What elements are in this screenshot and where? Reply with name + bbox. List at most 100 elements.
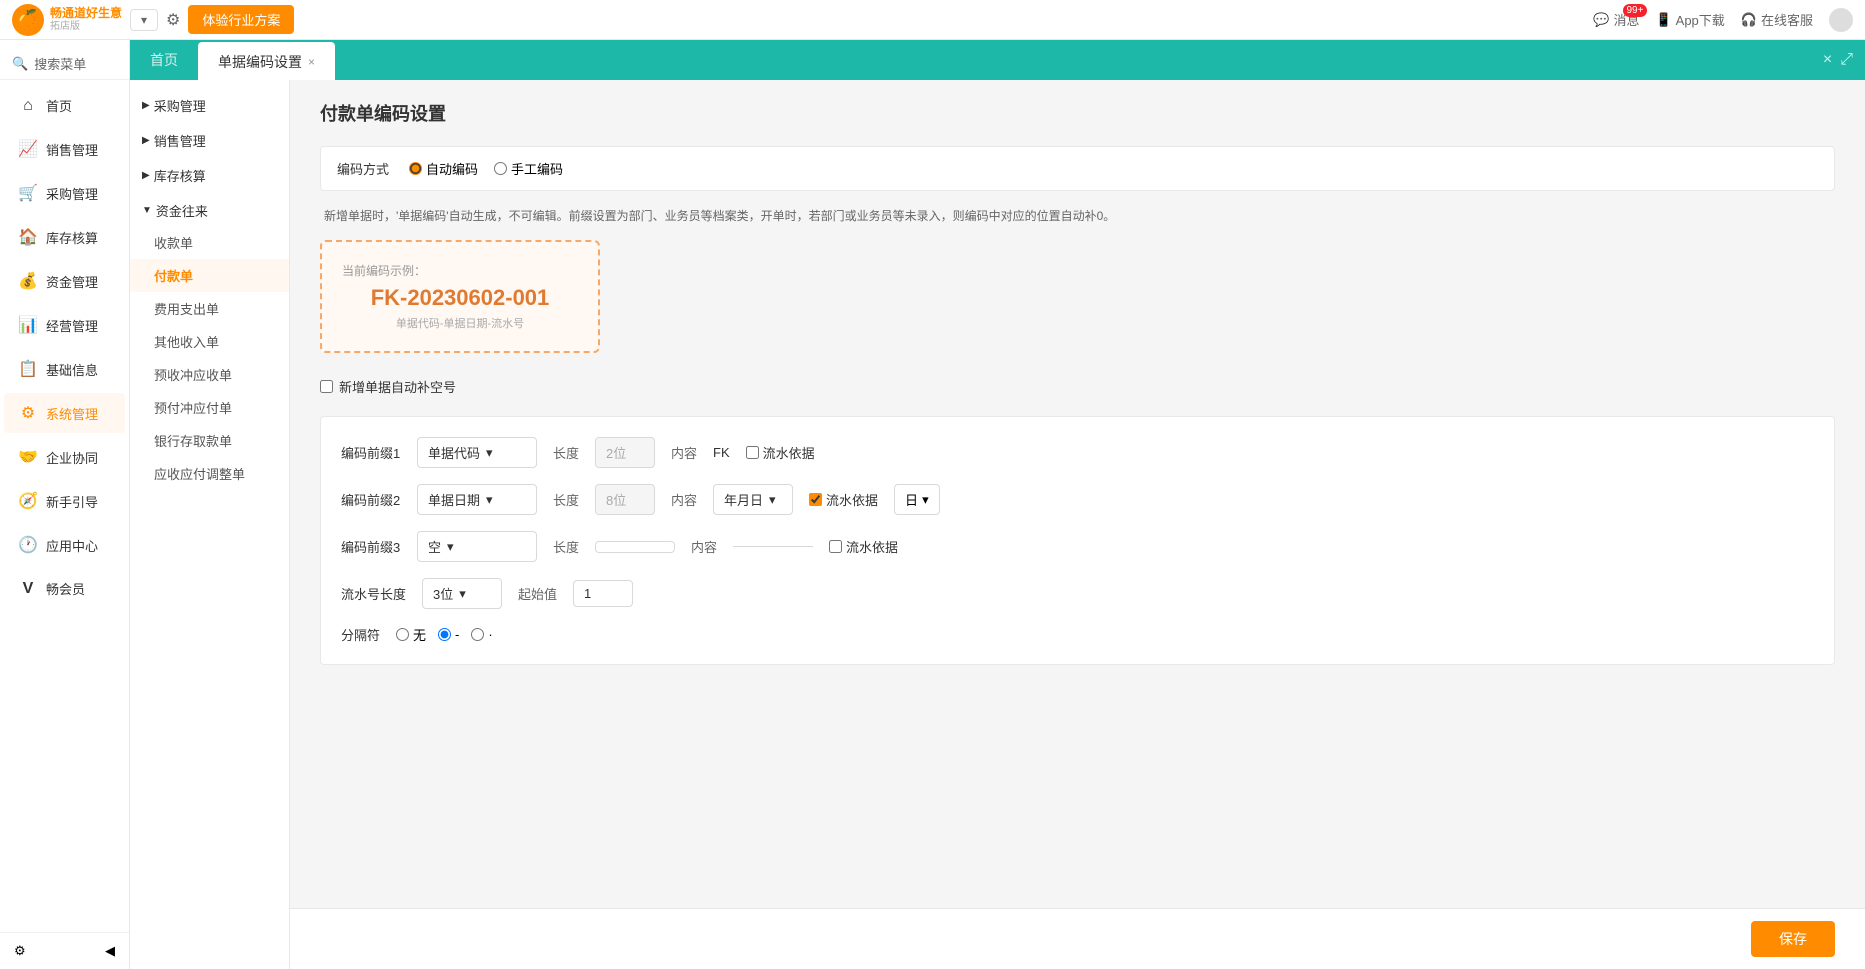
info-text: 新增单据时，'单据编码'自动生成，不可编辑。前缀设置为部门、业务员等档案类，开单… bbox=[320, 207, 1835, 224]
chevron-down-icon: ▾ bbox=[769, 492, 776, 508]
sidebar-item-home[interactable]: ⌂ 首页 bbox=[4, 86, 125, 125]
prefix2-label: 编码前缀2 bbox=[341, 490, 401, 509]
prefix1-serial-check[interactable]: 流水依据 bbox=[746, 443, 815, 462]
sidebar-item-member[interactable]: V 畅会员 bbox=[4, 569, 125, 608]
top-bar-controls: ▾ ⚙ 体验行业方案 bbox=[130, 5, 294, 34]
chevron-right-icon: ▶ bbox=[142, 170, 150, 181]
prefix2-day-select[interactable]: 日 ▾ bbox=[894, 484, 940, 515]
second-sidebar: ▶ 采购管理 ▶ 销售管理 ▶ 库存核算 bbox=[130, 80, 290, 969]
sidebar-item-system[interactable]: ⚙ 系统管理 bbox=[4, 393, 125, 433]
sidebar-item-appstore[interactable]: 🕐 应用中心 bbox=[4, 525, 125, 565]
auto-fill-checkbox[interactable] bbox=[320, 380, 333, 393]
prefix2-length-label: 长度 bbox=[553, 490, 579, 509]
system-icon: ⚙ bbox=[18, 403, 38, 423]
service-icon: 🎧 bbox=[1741, 12, 1757, 28]
settings-icon[interactable]: ⚙ bbox=[166, 10, 180, 30]
member-icon: V bbox=[18, 580, 38, 598]
logo-text: 畅通道好生意 拓店版 bbox=[50, 6, 122, 32]
sidebar-item-operation[interactable]: 📊 经营管理 bbox=[4, 305, 125, 345]
prefix3-content-input[interactable] bbox=[733, 546, 813, 547]
manual-encode-radio[interactable]: 手工编码 bbox=[494, 159, 563, 178]
chevron-down-icon: ▼ bbox=[142, 205, 152, 216]
code-preview-box: 当前编码示例： FK-20230602-001 单据代码-单据日期-流水号 bbox=[320, 240, 600, 353]
prefix2-serial-check[interactable]: 流水依据 bbox=[809, 490, 878, 509]
online-service-button[interactable]: 🎧 在线客服 bbox=[1741, 10, 1813, 29]
sidebar-group-inventory-title[interactable]: ▶ 库存核算 bbox=[130, 160, 289, 191]
auto-encode-radio[interactable]: 自动编码 bbox=[409, 159, 478, 178]
sidebar-group-purchase: ▶ 采购管理 bbox=[130, 90, 289, 121]
sidebar-child-bank[interactable]: 银行存取款单 bbox=[130, 424, 289, 457]
sep-none-radio[interactable]: 无 bbox=[396, 625, 426, 644]
start-value-input[interactable]: 1 bbox=[573, 580, 633, 607]
chevron-right-icon: ▶ bbox=[142, 135, 150, 146]
prefix3-content-label: 内容 bbox=[691, 537, 717, 556]
sidebar-group-finance-title[interactable]: ▼ 资金往来 bbox=[130, 195, 289, 226]
sidebar-group-inventory: ▶ 库存核算 bbox=[130, 160, 289, 191]
save-button[interactable]: 保存 bbox=[1751, 921, 1835, 957]
user-avatar[interactable] bbox=[1829, 8, 1853, 32]
sidebar-child-other-income[interactable]: 其他收入单 bbox=[130, 325, 289, 358]
sidebar-group-sales-title[interactable]: ▶ 销售管理 bbox=[130, 125, 289, 156]
prefix1-select[interactable]: 单据代码 ▾ bbox=[417, 437, 537, 468]
code-preview-sub: 单据代码-单据日期-流水号 bbox=[342, 315, 578, 331]
dropdown-button[interactable]: ▾ bbox=[130, 9, 158, 31]
left-nav: 🔍 搜索菜单 ⌂ 首页 📈 销售管理 🛒 采购管理 🏠 库存核算 💰 资金管理 … bbox=[0, 40, 130, 969]
appstore-icon: 🕐 bbox=[18, 535, 38, 555]
encoding-method-section: 编码方式 自动编码 手工编码 bbox=[320, 146, 1835, 191]
tab-close-icon[interactable]: × bbox=[308, 55, 315, 69]
tab-home[interactable]: 首页 bbox=[130, 40, 198, 80]
sidebar-item-guide[interactable]: 🧭 新手引导 bbox=[4, 481, 125, 521]
chevron-down-icon: ▾ bbox=[486, 492, 493, 508]
settings-bottom-icon[interactable]: ⚙ bbox=[14, 943, 26, 959]
separator-label: 分隔符 bbox=[341, 625, 380, 644]
prefix2-content-label: 内容 bbox=[671, 490, 697, 509]
sidebar-group-finance: ▼ 资金往来 收款单 付款单 费用支出单 其他收入单 预收冲应收单 预付冲应付单… bbox=[130, 195, 289, 490]
prefix2-row: 编码前缀2 单据日期 ▾ 长度 8位 内容 年月日 bbox=[341, 484, 1814, 515]
separator-row: 分隔符 无 - bbox=[341, 625, 1814, 644]
top-bar: 🍊 畅通道好生意 拓店版 ▾ ⚙ 体验行业方案 💬 消息 99+ 📱 App下载… bbox=[0, 0, 1865, 40]
sales-icon: 📈 bbox=[18, 139, 38, 159]
serial-length-select[interactable]: 3位 ▾ bbox=[422, 578, 502, 609]
prefix2-content-select[interactable]: 年月日 ▾ bbox=[713, 484, 793, 515]
prefix1-length-label: 长度 bbox=[553, 443, 579, 462]
sidebar-child-prepay-receivable[interactable]: 预收冲应收单 bbox=[130, 358, 289, 391]
message-button[interactable]: 💬 消息 99+ bbox=[1593, 10, 1639, 29]
minimize-icon[interactable]: × bbox=[1823, 51, 1832, 69]
prefix3-length-input[interactable] bbox=[595, 541, 675, 553]
search-menu[interactable]: 🔍 搜索菜单 bbox=[0, 48, 129, 80]
sidebar-child-adjustment[interactable]: 应收应付调整单 bbox=[130, 457, 289, 490]
sidebar-item-purchase[interactable]: 🛒 采购管理 bbox=[4, 173, 125, 213]
sidebar-group-purchase-title[interactable]: ▶ 采购管理 bbox=[130, 90, 289, 121]
prefix3-select[interactable]: 空 ▾ bbox=[417, 531, 537, 562]
sidebar-item-sales[interactable]: 📈 销售管理 bbox=[4, 129, 125, 169]
encoding-radio-group: 自动编码 手工编码 bbox=[409, 159, 563, 178]
prefix1-row: 编码前缀1 单据代码 ▾ 长度 2位 内容 FK bbox=[341, 437, 1814, 468]
top-bar-left: 🍊 畅通道好生意 拓店版 ▾ ⚙ 体验行业方案 bbox=[12, 4, 294, 36]
sidebar-child-expense[interactable]: 费用支出单 bbox=[130, 292, 289, 325]
tab-bar: 首页 单据编码设置 × × ⤢ bbox=[130, 40, 1865, 80]
tab-encoding[interactable]: 单据编码设置 × bbox=[198, 42, 335, 82]
search-icon: 🔍 bbox=[12, 56, 28, 72]
prefix2-select[interactable]: 单据日期 ▾ bbox=[417, 484, 537, 515]
guide-icon: 🧭 bbox=[18, 491, 38, 511]
prefix1-length-input: 2位 bbox=[595, 437, 655, 468]
prefix1-content-label: 内容 bbox=[671, 443, 697, 462]
sidebar-child-payment[interactable]: 付款单 bbox=[130, 259, 289, 292]
prefix3-serial-check[interactable]: 流水依据 bbox=[829, 537, 898, 556]
sidebar-child-prepay-payable[interactable]: 预付冲应付单 bbox=[130, 391, 289, 424]
maximize-icon[interactable]: ⤢ bbox=[1840, 51, 1853, 69]
sidebar-group-sales: ▶ 销售管理 bbox=[130, 125, 289, 156]
sep-dot-radio[interactable]: · bbox=[471, 627, 492, 642]
app-download-button[interactable]: 📱 App下载 bbox=[1655, 10, 1724, 29]
sidebar-item-finance[interactable]: 💰 资金管理 bbox=[4, 261, 125, 301]
sidebar-item-basic[interactable]: 📋 基础信息 bbox=[4, 349, 125, 389]
sidebar-item-cooperation[interactable]: 🤝 企业协同 bbox=[4, 437, 125, 477]
chevron-down-icon: ▾ bbox=[459, 586, 466, 602]
sidebar-child-receipt[interactable]: 收款单 bbox=[130, 226, 289, 259]
trial-button[interactable]: 体验行业方案 bbox=[188, 5, 294, 34]
sep-dash-radio[interactable]: - bbox=[438, 627, 459, 642]
basic-icon: 📋 bbox=[18, 359, 38, 379]
separator-options: 无 - · bbox=[396, 625, 493, 644]
sidebar-item-inventory[interactable]: 🏠 库存核算 bbox=[4, 217, 125, 257]
collapse-icon[interactable]: ◀ bbox=[105, 943, 115, 959]
